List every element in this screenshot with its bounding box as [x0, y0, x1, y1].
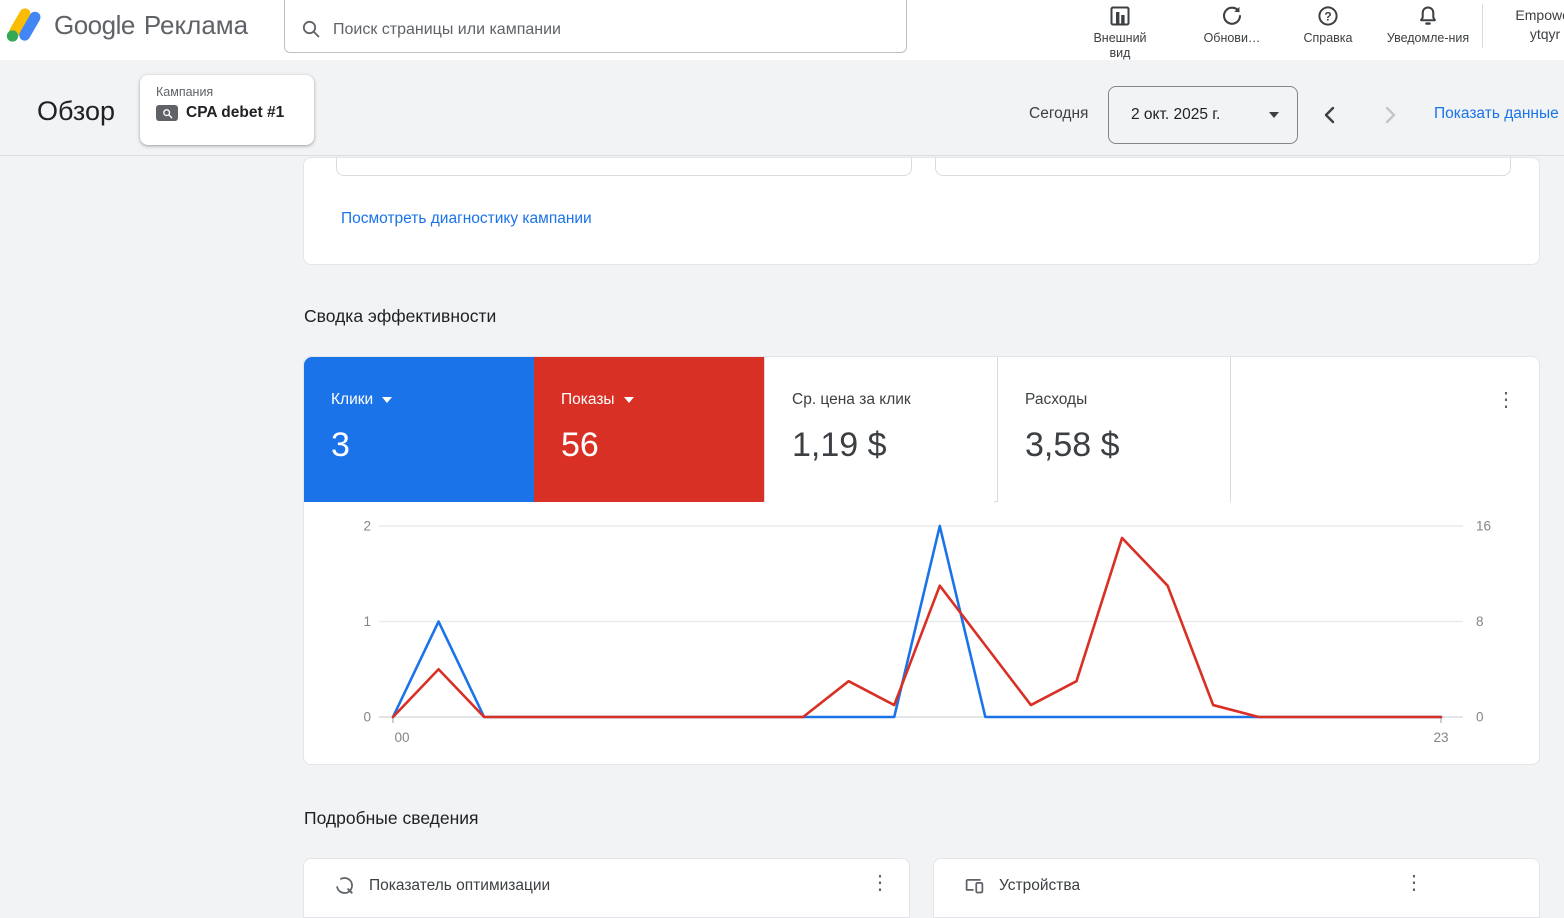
svg-text:16: 16	[1476, 519, 1491, 534]
svg-text:1: 1	[363, 614, 371, 629]
devices-card: Устройства ⋮	[933, 858, 1540, 918]
scrolled-card-bottom	[935, 157, 1511, 176]
campaign-diagnostics-link[interactable]: Посмотреть диагностику кампании	[341, 210, 592, 228]
performance-chart: 0 1 2 0 8 16 00 23	[304, 502, 1541, 764]
campaign-search-badge	[156, 105, 178, 121]
svg-text:23: 23	[1433, 730, 1448, 745]
metric-tile-cost[interactable]: Расходы 3,58 $	[997, 357, 1231, 502]
previous-period-button[interactable]	[1320, 104, 1340, 126]
metric-label: Расходы	[1025, 391, 1088, 408]
campaign-chip-label: Кампания	[156, 85, 214, 99]
optimization-score-card: Показатель оптимизации ⋮	[303, 858, 910, 918]
help-button[interactable]: ? Справка	[1292, 2, 1364, 46]
metric-tile-avg-cpc[interactable]: Ср. цена за клик 1,19 $	[764, 357, 994, 502]
chevron-down-icon	[1269, 112, 1279, 118]
search-input[interactable]	[333, 21, 892, 39]
app-header: Google Реклама Внешний вид Обнови…	[0, 0, 1564, 60]
svg-text:00: 00	[394, 730, 409, 745]
performance-section-title: Сводка эффективности	[304, 306, 497, 326]
show-data-link[interactable]: Показать данные	[1434, 105, 1559, 123]
optimization-score-icon	[336, 877, 353, 894]
refresh-button[interactable]: Обнови…	[1196, 2, 1268, 46]
page-toolbar: Обзор Кампания CPA debet #1 Сегодня 2 ок…	[0, 60, 1564, 156]
svg-text:8: 8	[1476, 614, 1484, 629]
svg-text:0: 0	[1476, 710, 1484, 725]
brand-google: Google	[54, 9, 135, 40]
svg-text:2: 2	[363, 519, 371, 534]
account-id: ytqyr	[1529, 26, 1561, 42]
metric-tile-clicks[interactable]: Клики 3	[304, 357, 534, 502]
account-name: Empower	[1515, 7, 1564, 23]
details-section-title: Подробные сведения	[304, 808, 479, 828]
svg-text:?: ?	[1324, 9, 1331, 23]
refresh-icon	[1196, 2, 1268, 28]
brand: Google Реклама	[4, 5, 248, 45]
refresh-label: Обнови…	[1203, 31, 1261, 45]
svg-text:0: 0	[363, 710, 371, 725]
campaign-scope-chip[interactable]: Кампания CPA debet #1	[140, 75, 314, 145]
date-range-picker[interactable]: 2 окт. 2025 г.	[1108, 86, 1298, 144]
google-ads-logo	[6, 8, 41, 42]
scrolled-card-bottom	[336, 157, 912, 176]
search-icon	[162, 108, 172, 118]
help-label: Справка	[1303, 31, 1353, 45]
metric-tile-impressions[interactable]: Показы 56	[534, 357, 764, 502]
chevron-right-icon	[1385, 106, 1396, 124]
chevron-down-icon	[623, 397, 634, 403]
campaign-name: CPA debet #1	[186, 104, 285, 121]
chevron-left-icon	[1324, 106, 1335, 124]
metric-label: Ср. цена за клик	[792, 391, 911, 408]
appearance-button[interactable]: Внешний вид	[1086, 2, 1154, 61]
performance-card: Клики 3 Показы 56 Ср. цена за клик 1,19 …	[303, 356, 1540, 765]
metric-value: 56	[561, 426, 599, 464]
help-icon: ?	[1292, 2, 1364, 28]
brand-product: Реклама	[143, 9, 249, 40]
line-chart: 0 1 2 0 8 16 00 23	[363, 519, 1491, 746]
metric-value: 1,19 $	[792, 426, 887, 464]
chevron-down-icon	[382, 397, 393, 403]
notifications-button[interactable]: Уведомле-ния	[1386, 2, 1470, 46]
header-divider	[1482, 4, 1483, 48]
optimization-card-menu-button[interactable]: ⋮	[870, 873, 890, 893]
diagnostics-card: Посмотреть диагностику кампании	[303, 157, 1540, 265]
page-title: Обзор	[37, 96, 115, 126]
global-search[interactable]	[284, 0, 907, 53]
date-range-value: 2 окт. 2025 г.	[1131, 106, 1221, 123]
date-preset-label: Сегодня	[1029, 105, 1089, 122]
next-period-button[interactable]	[1380, 104, 1400, 126]
metric-label: Клики	[331, 391, 374, 408]
appearance-label: Внешний вид	[1093, 31, 1147, 60]
notifications-label: Уведомле-ния	[1386, 31, 1470, 45]
search-icon	[302, 20, 320, 38]
performance-card-menu-button[interactable]: ⋮	[1496, 390, 1516, 410]
devices-card-menu-button[interactable]: ⋮	[1404, 873, 1424, 893]
metric-label: Показы	[561, 391, 615, 408]
account-info[interactable]: Empower ytqyr	[1500, 6, 1564, 44]
bell-icon	[1386, 2, 1470, 28]
metric-value: 3,58 $	[1025, 426, 1120, 464]
chart-columns-icon	[1086, 2, 1154, 28]
devices-icon	[965, 878, 984, 894]
metric-value: 3	[331, 426, 350, 464]
